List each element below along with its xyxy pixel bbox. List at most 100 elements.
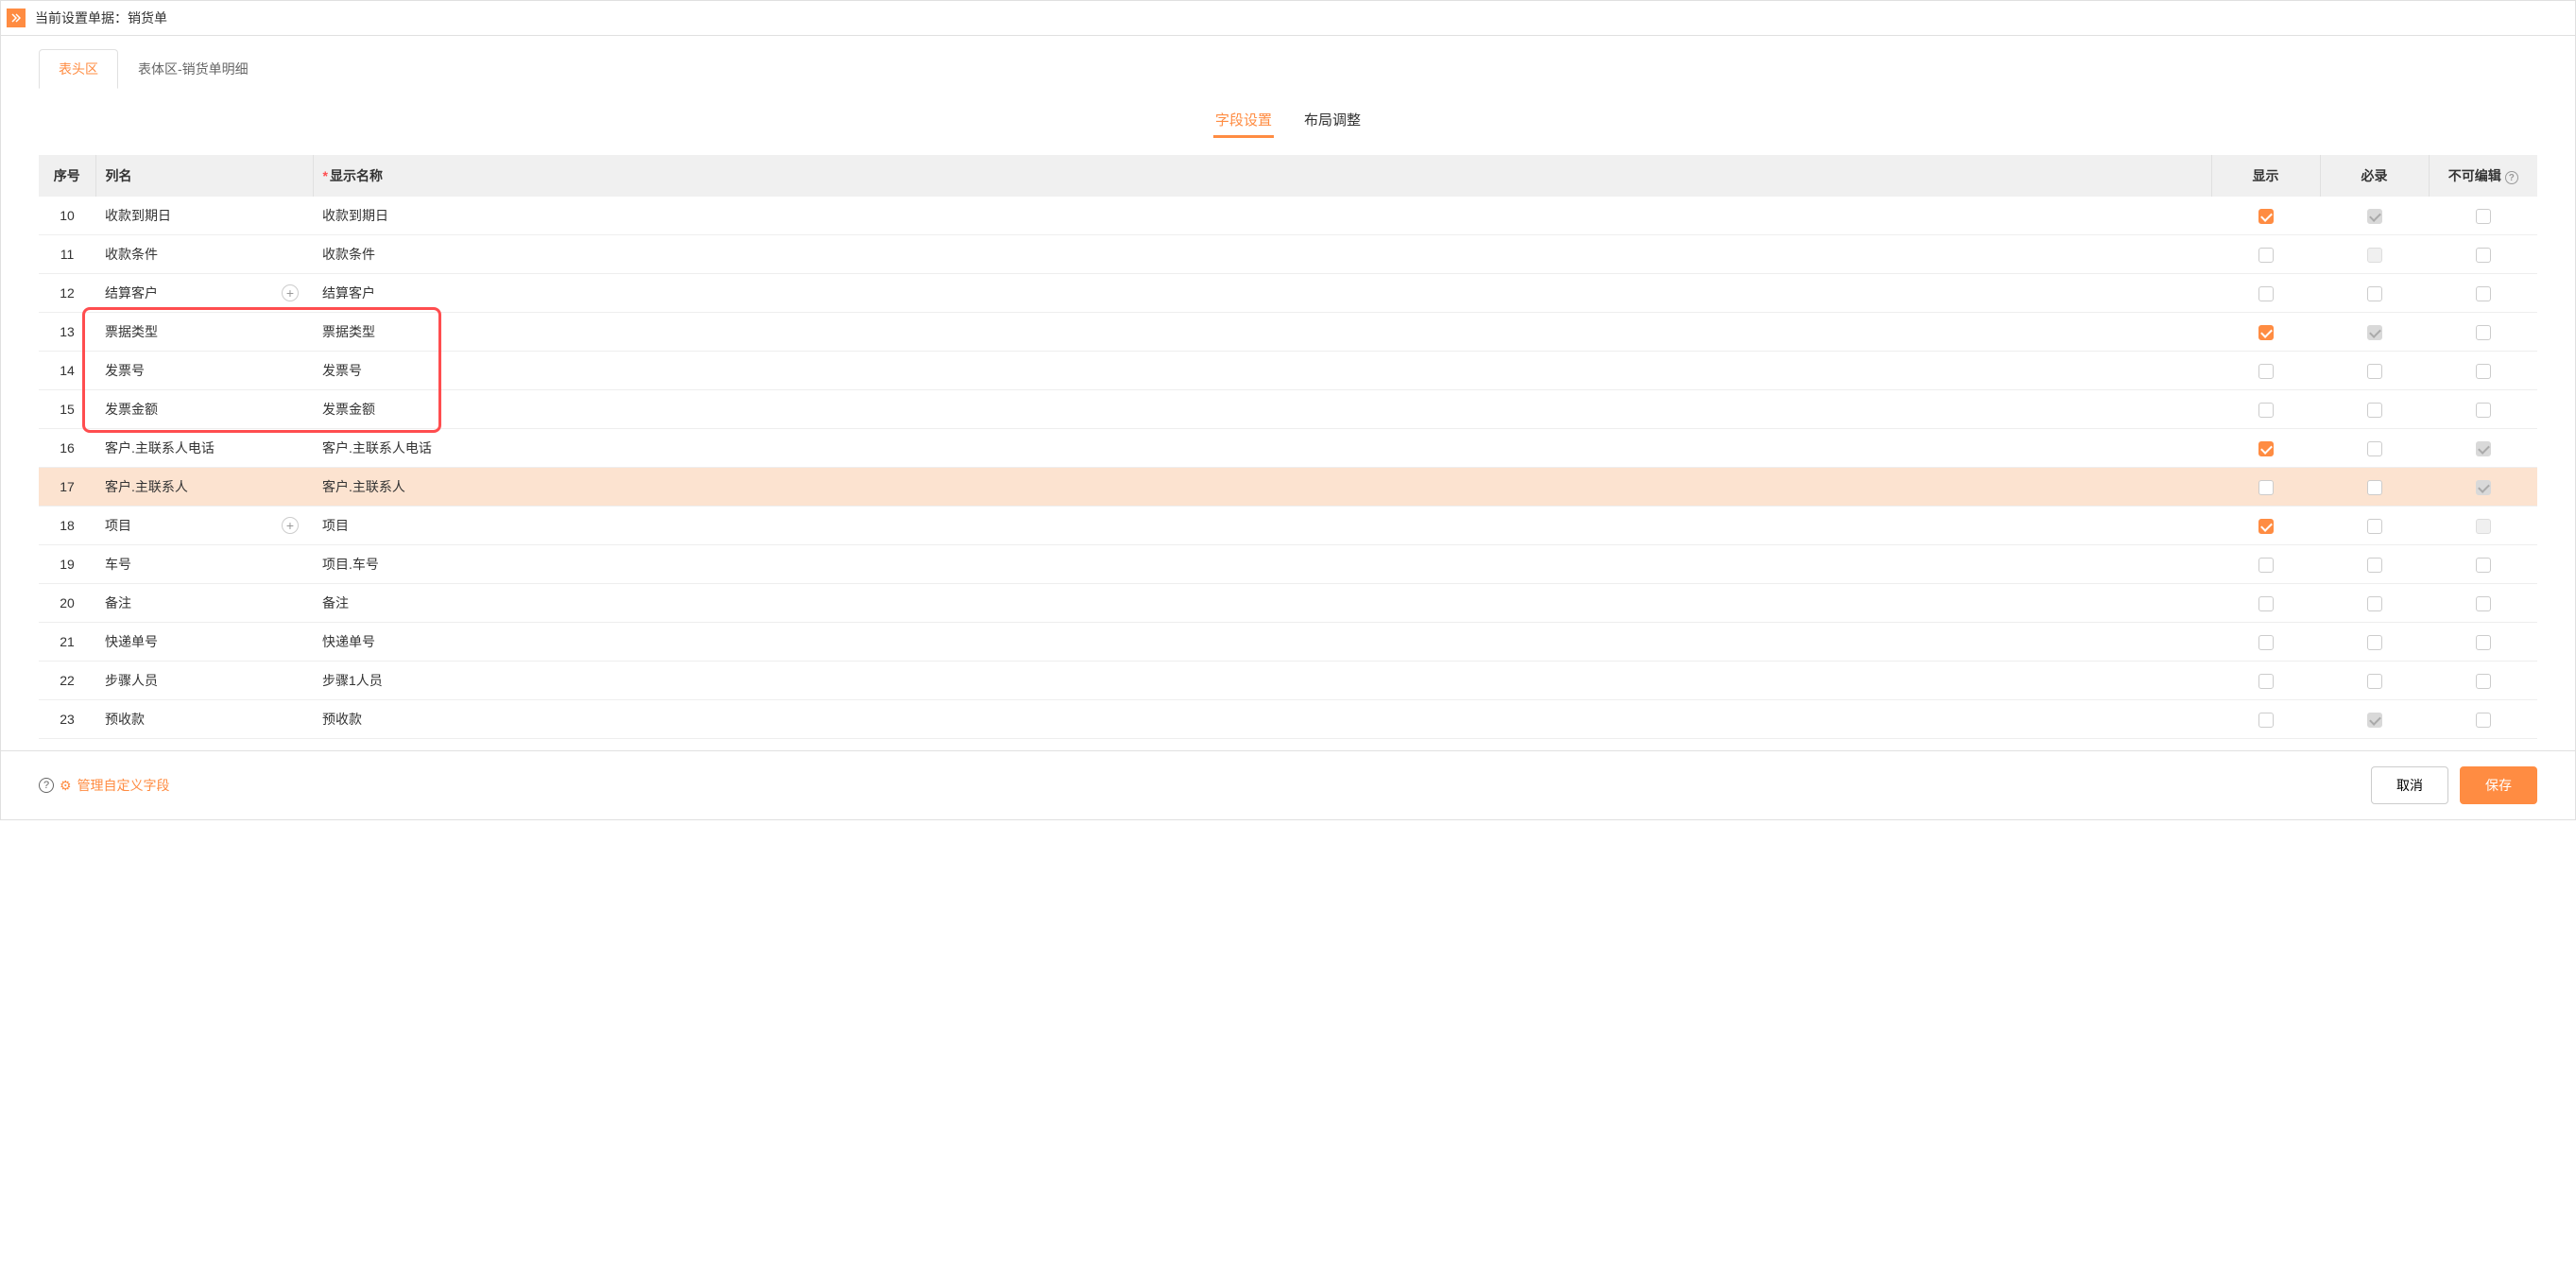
cell-name: 收款到期日: [95, 197, 313, 235]
readonly-checkbox[interactable]: [2476, 635, 2491, 650]
cancel-button[interactable]: 取消: [2371, 766, 2448, 804]
show-checkbox[interactable]: [2258, 325, 2274, 340]
cell-name: 快递单号: [95, 623, 313, 662]
show-checkbox[interactable]: [2258, 403, 2274, 418]
cell-display-name[interactable]: 项目: [313, 507, 2211, 545]
sub-tab-field-settings[interactable]: 字段设置: [1213, 104, 1274, 138]
cell-name: 项目+: [95, 507, 313, 545]
table-row[interactable]: 16客户.主联系人电话客户.主联系人电话: [39, 429, 2537, 468]
show-checkbox[interactable]: [2258, 596, 2274, 611]
manage-custom-fields-link[interactable]: 管理自定义字段: [77, 776, 170, 795]
table-row[interactable]: 18项目+项目: [39, 507, 2537, 545]
cell-display-name[interactable]: 票据类型: [313, 313, 2211, 352]
required-checkbox[interactable]: [2367, 403, 2382, 418]
show-checkbox[interactable]: [2258, 713, 2274, 728]
tab-body-area[interactable]: 表体区-销货单明细: [118, 49, 268, 89]
readonly-checkbox[interactable]: [2476, 364, 2491, 379]
cell-seq: 20: [39, 584, 95, 623]
table-row[interactable]: 15发票金额发票金额: [39, 390, 2537, 429]
show-checkbox[interactable]: [2258, 209, 2274, 224]
required-checkbox[interactable]: [2367, 519, 2382, 534]
table-row[interactable]: 23预收款预收款: [39, 700, 2537, 739]
cell-display-name[interactable]: 收款条件: [313, 235, 2211, 274]
show-checkbox[interactable]: [2258, 480, 2274, 495]
cell-seq: 19: [39, 545, 95, 584]
cell-display-name[interactable]: 发票金额: [313, 390, 2211, 429]
col-header-name: 列名: [95, 155, 313, 197]
required-checkbox[interactable]: [2367, 596, 2382, 611]
col-header-display: *显示名称: [313, 155, 2211, 197]
cell-required: [2320, 468, 2429, 507]
required-checkbox: [2367, 248, 2382, 263]
footer-help-icon[interactable]: ?: [39, 778, 54, 793]
cell-seq: 10: [39, 197, 95, 235]
cell-display-name[interactable]: 快递单号: [313, 623, 2211, 662]
help-icon[interactable]: ?: [2505, 171, 2518, 184]
show-checkbox[interactable]: [2258, 248, 2274, 263]
required-checkbox[interactable]: [2367, 286, 2382, 301]
table-row[interactable]: 17客户.主联系人客户.主联系人: [39, 468, 2537, 507]
cell-display-name[interactable]: 预收款: [313, 700, 2211, 739]
cell-show: [2211, 274, 2320, 313]
table-row[interactable]: 12结算客户+结算客户: [39, 274, 2537, 313]
readonly-checkbox[interactable]: [2476, 325, 2491, 340]
cell-show: [2211, 429, 2320, 468]
show-checkbox[interactable]: [2258, 635, 2274, 650]
table-row[interactable]: 10收款到期日收款到期日: [39, 197, 2537, 235]
readonly-checkbox[interactable]: [2476, 248, 2491, 263]
required-checkbox[interactable]: [2367, 674, 2382, 689]
table-row[interactable]: 19车号项目.车号: [39, 545, 2537, 584]
readonly-checkbox[interactable]: [2476, 674, 2491, 689]
readonly-checkbox[interactable]: [2476, 596, 2491, 611]
required-checkbox[interactable]: [2367, 364, 2382, 379]
save-button[interactable]: 保存: [2460, 766, 2537, 804]
cell-display-name[interactable]: 客户.主联系人电话: [313, 429, 2211, 468]
required-checkbox[interactable]: [2367, 558, 2382, 573]
table-row[interactable]: 11收款条件收款条件: [39, 235, 2537, 274]
cell-readonly: [2429, 700, 2537, 739]
readonly-checkbox[interactable]: [2476, 286, 2491, 301]
show-checkbox[interactable]: [2258, 364, 2274, 379]
required-checkbox[interactable]: [2367, 480, 2382, 495]
cell-required: [2320, 313, 2429, 352]
header-bar: 当前设置单据：销货单: [1, 1, 2575, 36]
readonly-checkbox[interactable]: [2476, 558, 2491, 573]
plus-icon[interactable]: +: [282, 284, 299, 301]
cell-name: 结算客户+: [95, 274, 313, 313]
col-header-required: 必录: [2320, 155, 2429, 197]
gear-icon: ⚙: [60, 778, 72, 794]
cell-name: 收款条件: [95, 235, 313, 274]
cell-name: 预收款: [95, 700, 313, 739]
required-checkbox[interactable]: [2367, 441, 2382, 456]
cell-display-name[interactable]: 收款到期日: [313, 197, 2211, 235]
cell-show: [2211, 313, 2320, 352]
expand-icon[interactable]: [7, 9, 26, 27]
sub-tab-layout-adjust[interactable]: 布局调整: [1302, 104, 1363, 138]
readonly-checkbox[interactable]: [2476, 209, 2491, 224]
cell-required: [2320, 352, 2429, 390]
required-checkbox[interactable]: [2367, 635, 2382, 650]
cell-display-name[interactable]: 备注: [313, 584, 2211, 623]
show-checkbox[interactable]: [2258, 441, 2274, 456]
show-checkbox[interactable]: [2258, 286, 2274, 301]
show-checkbox[interactable]: [2258, 519, 2274, 534]
cell-display-name[interactable]: 客户.主联系人: [313, 468, 2211, 507]
show-checkbox[interactable]: [2258, 674, 2274, 689]
table-row[interactable]: 21快递单号快递单号: [39, 623, 2537, 662]
readonly-checkbox[interactable]: [2476, 713, 2491, 728]
tab-header-area[interactable]: 表头区: [39, 49, 118, 89]
cell-display-name[interactable]: 结算客户: [313, 274, 2211, 313]
cell-name: 票据类型: [95, 313, 313, 352]
table-row[interactable]: 13票据类型票据类型: [39, 313, 2537, 352]
plus-icon[interactable]: +: [282, 517, 299, 534]
show-checkbox[interactable]: [2258, 558, 2274, 573]
table-row[interactable]: 14发票号发票号: [39, 352, 2537, 390]
cell-show: [2211, 507, 2320, 545]
table-row[interactable]: 22步骤人员步骤1人员: [39, 662, 2537, 700]
cell-display-name[interactable]: 项目.车号: [313, 545, 2211, 584]
cell-display-name[interactable]: 步骤1人员: [313, 662, 2211, 700]
readonly-checkbox[interactable]: [2476, 403, 2491, 418]
cell-show: [2211, 197, 2320, 235]
cell-display-name[interactable]: 发票号: [313, 352, 2211, 390]
table-row[interactable]: 20备注备注: [39, 584, 2537, 623]
